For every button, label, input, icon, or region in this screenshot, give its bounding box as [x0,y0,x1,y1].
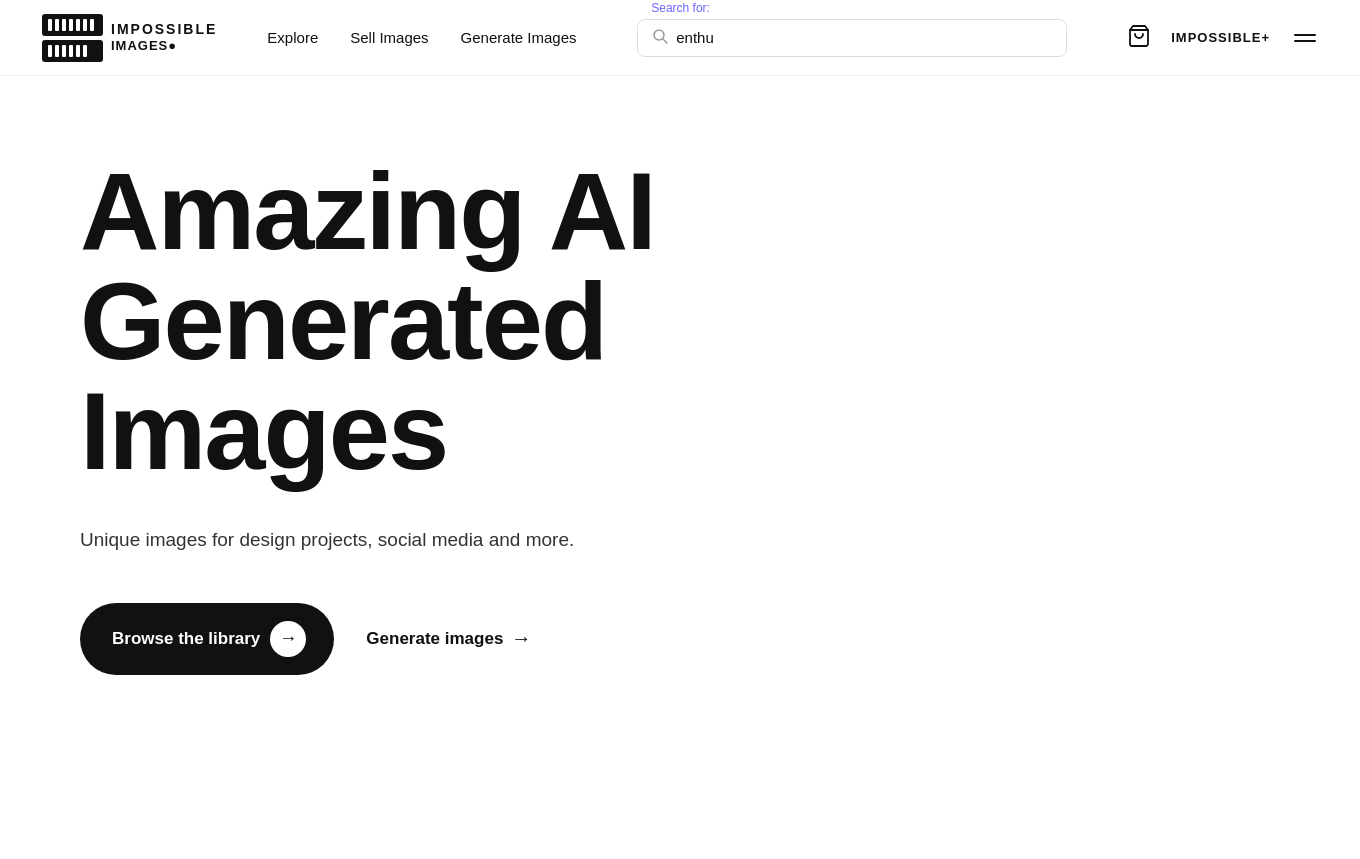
search-input[interactable] [676,29,1052,46]
nav-sell-images[interactable]: Sell Images [350,29,428,46]
svg-rect-9 [48,45,52,57]
nav-generate-images[interactable]: Generate Images [461,29,577,46]
nav-explore[interactable]: Explore [267,29,318,46]
browse-arrow-icon: → [270,621,306,657]
generate-arrow-icon: → [511,627,531,650]
svg-rect-10 [55,45,59,57]
svg-rect-4 [62,19,66,31]
search-box [637,19,1067,57]
hamburger-menu-button[interactable] [1290,30,1320,46]
browse-library-button[interactable]: Browse the library → [80,603,334,675]
logo-icon [40,12,105,64]
site-header: IMPOSSIBLE IMAGES● Explore Sell Images G… [0,0,1360,76]
svg-line-16 [663,39,667,43]
header-right: IMPOSSIBLE+ [1127,24,1320,52]
svg-rect-5 [69,19,73,31]
main-nav: Explore Sell Images Generate Images [267,29,576,46]
cart-icon [1127,24,1151,48]
generate-images-label: Generate images [366,629,503,649]
svg-rect-6 [76,19,80,31]
svg-rect-14 [83,45,87,57]
svg-rect-12 [69,45,73,57]
svg-rect-3 [55,19,59,31]
hero-subtitle: Unique images for design projects, socia… [80,526,640,555]
search-container: Search for: [637,19,1067,57]
impossible-plus-badge[interactable]: IMPOSSIBLE+ [1171,30,1270,45]
browse-library-label: Browse the library [112,629,260,649]
cta-row: Browse the library → Generate images → [80,603,1280,675]
svg-rect-2 [48,19,52,31]
svg-rect-8 [90,19,94,31]
svg-rect-13 [76,45,80,57]
generate-images-button[interactable]: Generate images → [366,627,531,650]
cart-button[interactable] [1127,24,1151,52]
hero-section: Amazing AI Generated Images Unique image… [0,76,1360,735]
logo[interactable]: IMPOSSIBLE IMAGES● [40,12,217,64]
svg-rect-7 [83,19,87,31]
search-label: Search for: [651,1,710,15]
svg-rect-11 [62,45,66,57]
search-icon [652,28,668,48]
hero-title: Amazing AI Generated Images [80,156,780,486]
